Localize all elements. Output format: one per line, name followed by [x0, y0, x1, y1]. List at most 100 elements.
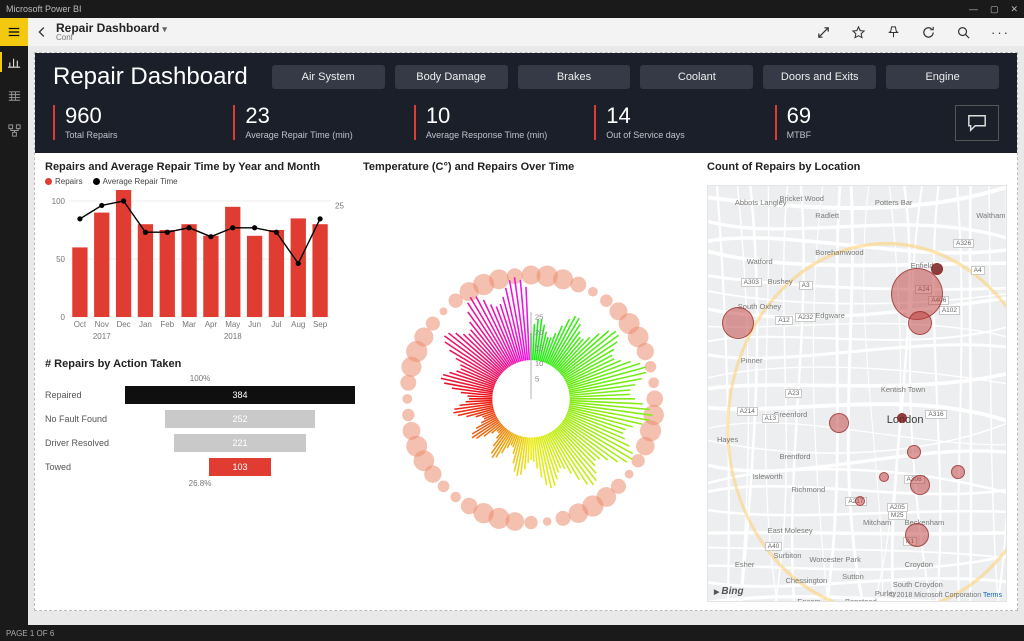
svg-text:Nov: Nov [95, 320, 109, 329]
maximize-icon[interactable]: ▢ [990, 4, 999, 15]
tab-doors-exits[interactable]: Doors and Exits [763, 65, 876, 89]
breadcrumb-sub: Conf [56, 34, 167, 42]
road-badge: A102 [939, 306, 960, 315]
svg-text:5: 5 [535, 374, 539, 383]
map-label: Surbiton [774, 551, 802, 560]
map-label: Worcester Park [809, 555, 861, 564]
map-label: Brentford [780, 452, 811, 461]
hamburger-button[interactable] [0, 18, 28, 46]
nav-model-icon[interactable] [4, 120, 24, 140]
back-button[interactable] [28, 18, 56, 46]
report-canvas[interactable]: Repair Dashboard Air System Body Damage … [34, 52, 1018, 611]
map-bubble [908, 311, 932, 335]
map-label: Chessington [785, 576, 827, 585]
fullscreen-icon[interactable] [816, 25, 831, 40]
svg-text:Jun: Jun [248, 320, 261, 329]
funnel-row: Repaired 384 [45, 383, 355, 407]
map-label: Banstead [845, 597, 877, 602]
svg-text:50: 50 [56, 255, 65, 264]
road-badge: A214 [737, 407, 758, 416]
funnel-row: Towed 103 [45, 455, 355, 479]
breadcrumb[interactable]: Repair Dashboard▾ Conf [56, 22, 167, 42]
map-label: Bricket Wood [780, 194, 824, 203]
map-label: East Molesey [768, 526, 813, 535]
map-label: Edgware [815, 311, 845, 320]
svg-text:Oct: Oct [74, 320, 87, 329]
map-label: South Croydon [893, 580, 943, 589]
dashboard-title: Repair Dashboard [53, 63, 248, 91]
map-terms-link[interactable]: Terms [983, 592, 1002, 599]
map-title: Count of Repairs by Location [707, 161, 1007, 173]
radial-title: Temperature (C°) and Repairs Over Time [363, 161, 699, 173]
window-titlebar: Microsoft Power BI ― ▢ ✕ [0, 0, 1024, 18]
refresh-icon[interactable] [921, 25, 936, 40]
map-bubble [910, 475, 930, 495]
map-label: Kentish Town [881, 385, 925, 394]
app-toolbar: Repair Dashboard▾ Conf ··· [0, 18, 1024, 46]
map-label: Purley [875, 589, 896, 598]
app-title: Microsoft Power BI [6, 4, 82, 14]
svg-text:Jan: Jan [139, 320, 152, 329]
tab-engine[interactable]: Engine [886, 65, 999, 89]
svg-text:Jul: Jul [271, 320, 281, 329]
svg-text:100: 100 [52, 197, 66, 206]
road-badge: A232 [795, 313, 816, 322]
map-bubble [951, 465, 965, 479]
map-label: Richmond [791, 485, 825, 494]
page-indicator: PAGE 1 OF 6 [6, 629, 54, 638]
close-icon[interactable]: ✕ [1010, 4, 1018, 15]
search-icon[interactable] [956, 25, 971, 40]
map-visual[interactable]: Bing © 2018 Microsoft Corporation Terms … [707, 185, 1007, 602]
kpi-mtbf: 69 MTBF [775, 105, 935, 140]
tab-brakes[interactable]: Brakes [518, 65, 631, 89]
map-label: Esher [735, 560, 755, 569]
map-bubble [905, 523, 929, 547]
tab-coolant[interactable]: Coolant [640, 65, 753, 89]
funnel-row: Driver Resolved 221 [45, 431, 355, 455]
favorite-icon[interactable] [851, 25, 866, 40]
map-label: Potters Bar [875, 198, 913, 207]
map-bubble [722, 307, 754, 339]
road-badge: A4 [971, 266, 985, 275]
funnel-chart-card[interactable]: # Repairs by Action Taken 100% Repaired … [45, 358, 355, 488]
road-badge: A326 [953, 239, 974, 248]
dashboard-header: Repair Dashboard Air System Body Damage … [35, 53, 1017, 153]
road-badge: A12 [775, 316, 793, 325]
nav-report-icon[interactable] [4, 52, 24, 72]
map-label: Pinner [741, 356, 763, 365]
minimize-icon[interactable]: ― [969, 4, 978, 15]
road-badge: A3 [799, 281, 813, 290]
combo-chart-card[interactable]: Repairs and Average Repair Time by Year … [45, 161, 355, 350]
tab-air-system[interactable]: Air System [272, 65, 385, 89]
comment-button[interactable] [955, 105, 999, 141]
map-label: Borehamwood [815, 248, 863, 257]
svg-text:Feb: Feb [160, 320, 174, 329]
map-bubble [897, 413, 907, 423]
svg-text:Apr: Apr [205, 320, 218, 329]
funnel-pct-top: 100% [45, 374, 355, 383]
kpi-avg-repair-time: 23 Average Repair Time (min) [233, 105, 393, 140]
map-label: Sutton [842, 572, 864, 581]
radial-chart-card[interactable]: 510152025 [363, 185, 699, 602]
road-badge: A205 [887, 503, 908, 512]
pin-icon[interactable] [886, 25, 901, 40]
svg-text:Sep: Sep [313, 320, 328, 329]
horizontal-scrollbar[interactable] [34, 611, 1018, 621]
tab-body-damage[interactable]: Body Damage [395, 65, 508, 89]
svg-text:20: 20 [535, 328, 544, 337]
more-icon[interactable]: ··· [991, 25, 1010, 40]
svg-text:2018: 2018 [224, 332, 242, 341]
svg-text:2017: 2017 [93, 332, 111, 341]
map-label: Isleworth [753, 472, 783, 481]
svg-text:Aug: Aug [291, 320, 305, 329]
map-label: Croydon [905, 560, 933, 569]
map-bubble [931, 263, 943, 275]
road-badge: A13 [762, 414, 780, 423]
map-label: Bushey [768, 277, 793, 286]
map-label: Waltham [976, 211, 1005, 220]
svg-text:10: 10 [535, 358, 544, 367]
nav-data-icon[interactable] [4, 86, 24, 106]
funnel-chart: Repaired 384 No Fault Found 252 Driver R… [45, 383, 355, 479]
road-badge: A23 [785, 389, 803, 398]
map-bubble [855, 496, 865, 506]
